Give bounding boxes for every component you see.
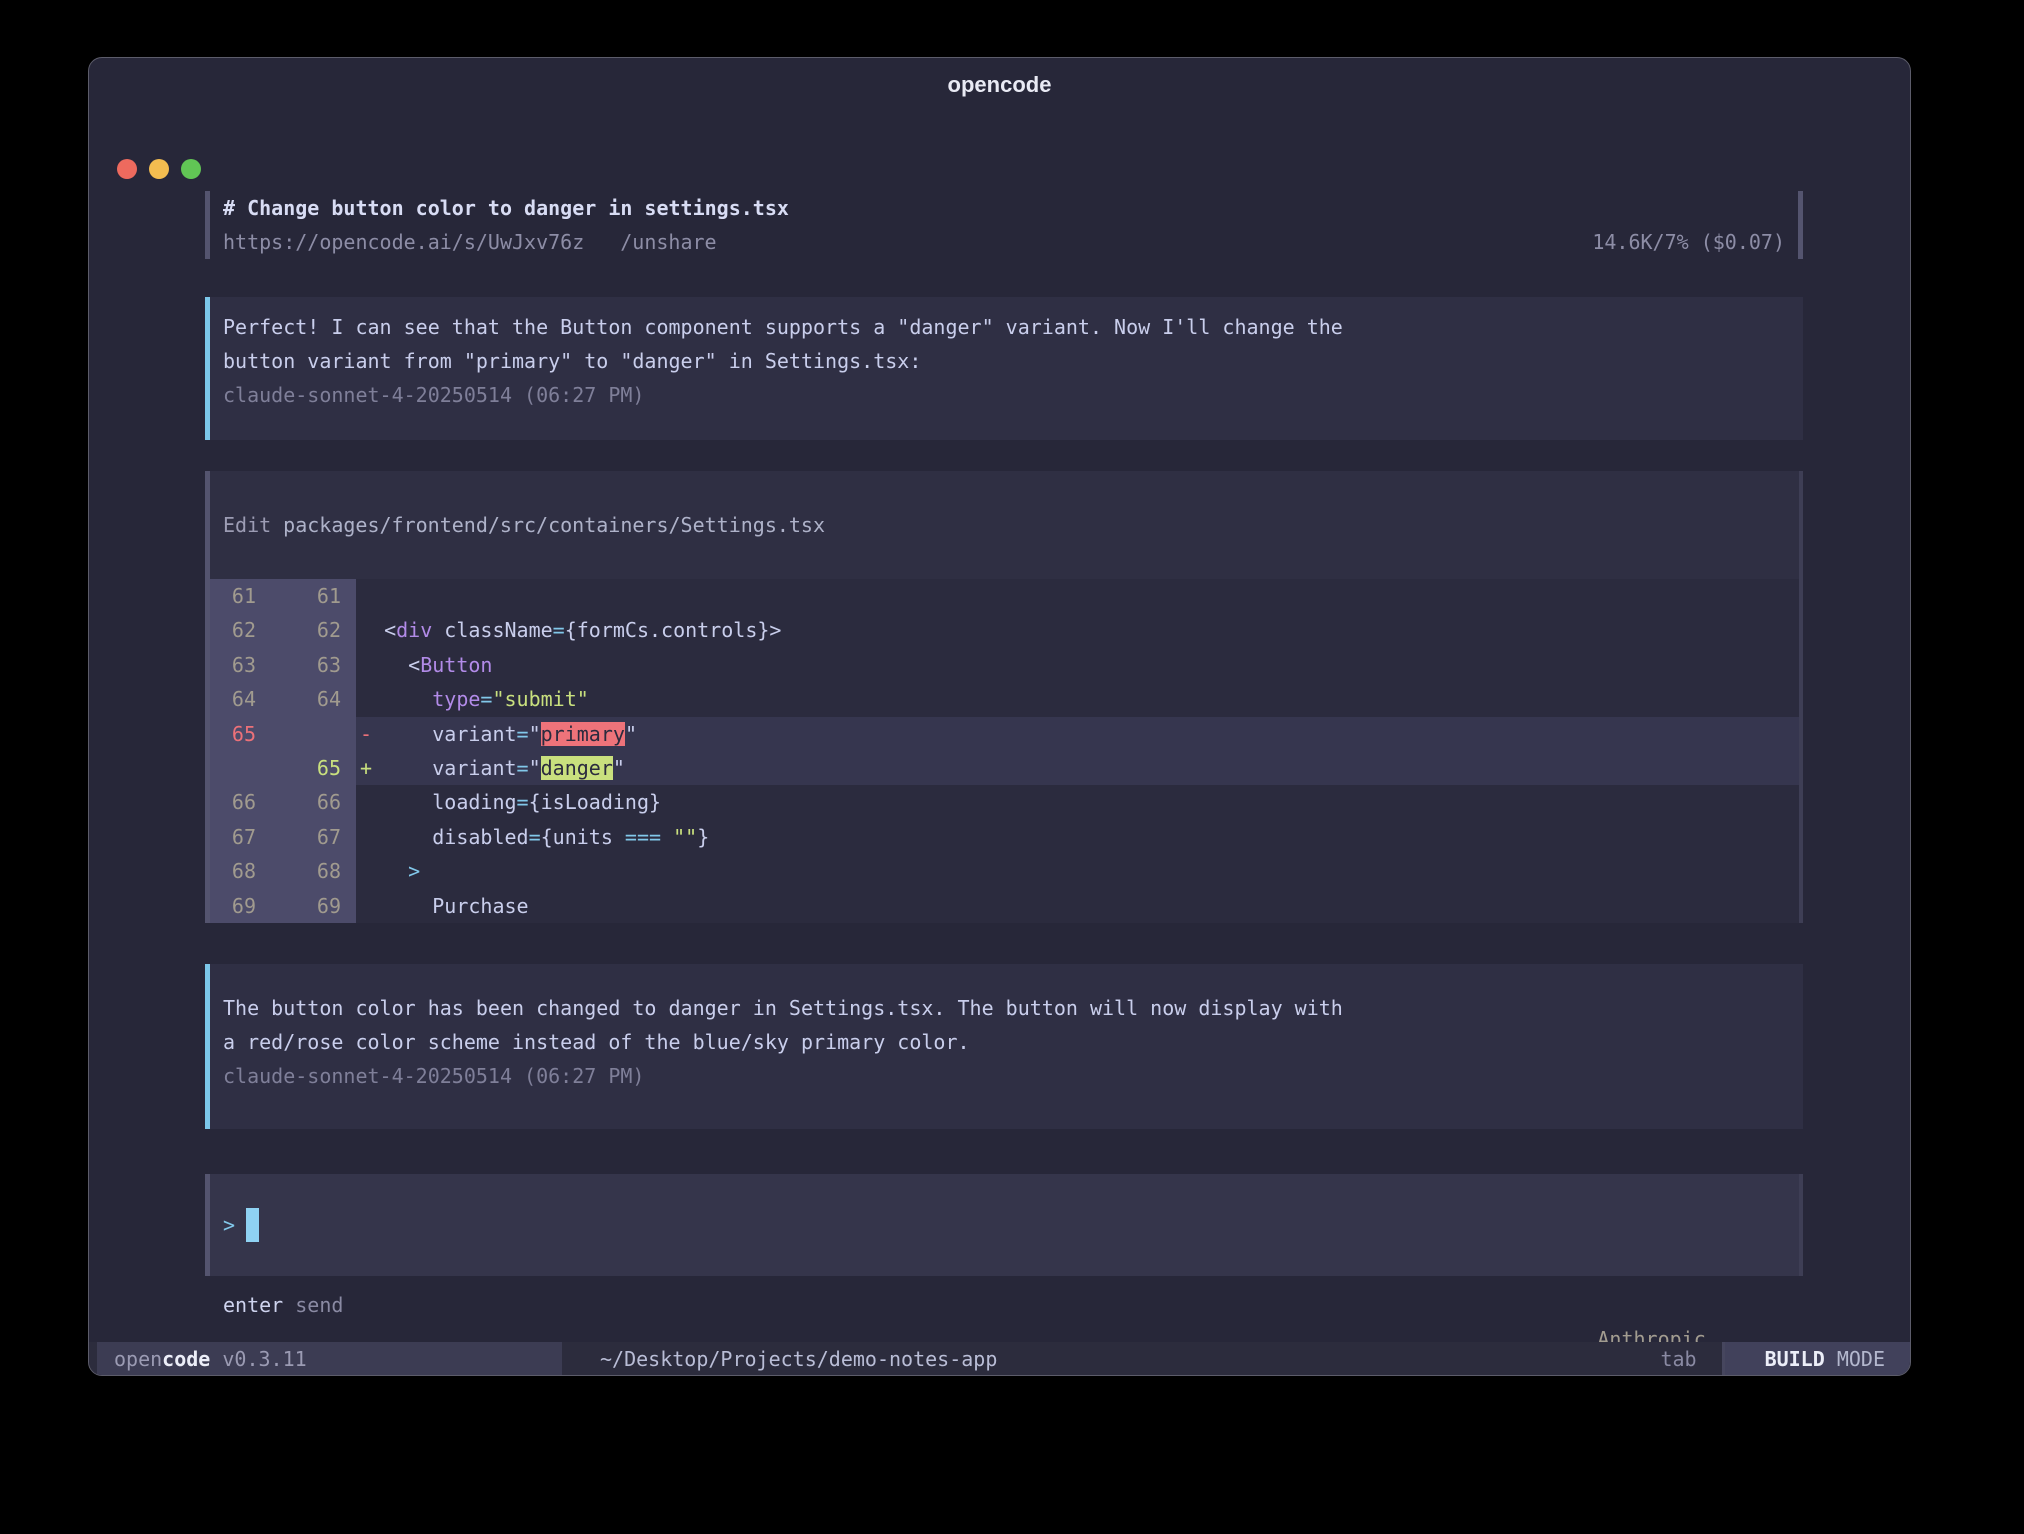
assistant-message: Perfect! I can see that the Button compo… [205, 297, 1803, 440]
prompt-symbol: > [223, 1208, 235, 1242]
line-number-old [210, 751, 256, 785]
edit-file-path: packages/frontend/src/containers/Setting… [283, 513, 825, 537]
session-title: # Change button color to danger in setti… [223, 191, 1785, 225]
code-line: disabled={units === ""} [356, 820, 1799, 854]
traffic-lights [117, 159, 201, 179]
zoom-button[interactable] [181, 159, 201, 179]
enter-key-hint: enter [223, 1288, 283, 1322]
mode-indicator: BUILD MODE [1725, 1342, 1910, 1375]
code-line [356, 579, 1799, 613]
line-number-old: 68 [210, 854, 256, 888]
line-number-new: 61 [256, 579, 356, 613]
code-line: <Button [356, 648, 1799, 682]
diff-row: 6363 <Button [210, 648, 1799, 682]
message-meta: claude-sonnet-4-20250514 (06:27 PM) [223, 1059, 1803, 1093]
line-number-new [256, 717, 356, 751]
diff-row: 65 - variant="primary" [210, 717, 1799, 751]
diff-row: 6262 <div className={formCs.controls}> [210, 613, 1799, 647]
diff-row: 6666 loading={isLoading} [210, 785, 1799, 819]
assistant-message: The button color has been changed to dan… [205, 964, 1803, 1129]
share-url[interactable]: https://opencode.ai/s/UwJxv76z [223, 225, 584, 259]
code-line: + variant="danger" [356, 751, 1799, 785]
message-line: The button color has been changed to dan… [223, 991, 1803, 1025]
code-line: <div className={formCs.controls}> [356, 613, 1799, 647]
code-line: loading={isLoading} [356, 785, 1799, 819]
line-number-new: 67 [256, 820, 356, 854]
diff-marker: - [360, 717, 372, 751]
line-number-old: 65 [210, 717, 256, 751]
line-number-new: 63 [256, 648, 356, 682]
line-number-new: 65 [256, 751, 356, 785]
line-number-new: 64 [256, 682, 356, 716]
opencode-window: opencode # Change button color to danger… [88, 57, 1911, 1376]
context-stats: 14.6K/7% ($0.07) [1592, 225, 1785, 259]
message-line: Perfect! I can see that the Button compo… [223, 310, 1803, 344]
diff-row: 6969 Purchase [210, 889, 1799, 923]
diff-row: 6161 [210, 579, 1799, 613]
text-cursor [246, 1208, 259, 1242]
line-number-old: 62 [210, 613, 256, 647]
message-line: button variant from "primary" to "danger… [223, 344, 1803, 378]
session-header: # Change button color to danger in setti… [205, 191, 1803, 259]
edit-action-label: Edit [223, 513, 271, 537]
window-title: opencode [89, 72, 1910, 98]
message-line: a red/rose color scheme instead of the b… [223, 1025, 1803, 1059]
edit-tool-header: Edit packages/frontend/src/containers/Se… [210, 471, 1799, 579]
close-button[interactable] [117, 159, 137, 179]
tab-key-hint: tab [1660, 1347, 1696, 1371]
code-line: - variant="primary" [356, 717, 1799, 751]
diff-row: 6767 disabled={units === ""} [210, 820, 1799, 854]
diff-row: 6868 > [210, 854, 1799, 888]
code-line: Purchase [356, 889, 1799, 923]
line-number-new: 66 [256, 785, 356, 819]
app-name: open [114, 1347, 162, 1371]
model-info: Anthropic Claude Sonnet 4 [1525, 1288, 1778, 1322]
code-line: type="submit" [356, 682, 1799, 716]
line-number-new: 68 [256, 854, 356, 888]
line-number-old: 63 [210, 648, 256, 682]
minimize-button[interactable] [149, 159, 169, 179]
app-version-segment: opencode v0.3.11 [97, 1342, 562, 1375]
diff-marker: + [360, 751, 372, 785]
line-number-new: 62 [256, 613, 356, 647]
title-bar: opencode [89, 58, 1910, 188]
line-number-old: 69 [210, 889, 256, 923]
edit-tool-card: Edit packages/frontend/src/containers/Se… [205, 471, 1803, 923]
line-number-new: 69 [256, 889, 356, 923]
unshare-command[interactable]: /unshare [620, 225, 716, 259]
prompt-input[interactable]: > [205, 1174, 1803, 1276]
cwd-path: ~/Desktop/Projects/demo-notes-app [600, 1347, 997, 1371]
line-number-old: 66 [210, 785, 256, 819]
diff-row: 6464 type="submit" [210, 682, 1799, 716]
code-line: > [356, 854, 1799, 888]
hint-row: enter send Anthropic Claude Sonnet 4 [205, 1288, 1803, 1322]
diff-view: 61616262 <div className={formCs.controls… [210, 579, 1799, 923]
message-meta: claude-sonnet-4-20250514 (06:27 PM) [223, 378, 1803, 412]
status-bar: opencode v0.3.11 ~/Desktop/Projects/demo… [89, 1342, 1910, 1375]
line-number-old: 67 [210, 820, 256, 854]
app-version: v0.3.11 [210, 1347, 306, 1371]
send-action-hint: send [283, 1288, 343, 1322]
diff-row: 65+ variant="danger" [210, 751, 1799, 785]
line-number-old: 64 [210, 682, 256, 716]
line-number-old: 61 [210, 579, 256, 613]
